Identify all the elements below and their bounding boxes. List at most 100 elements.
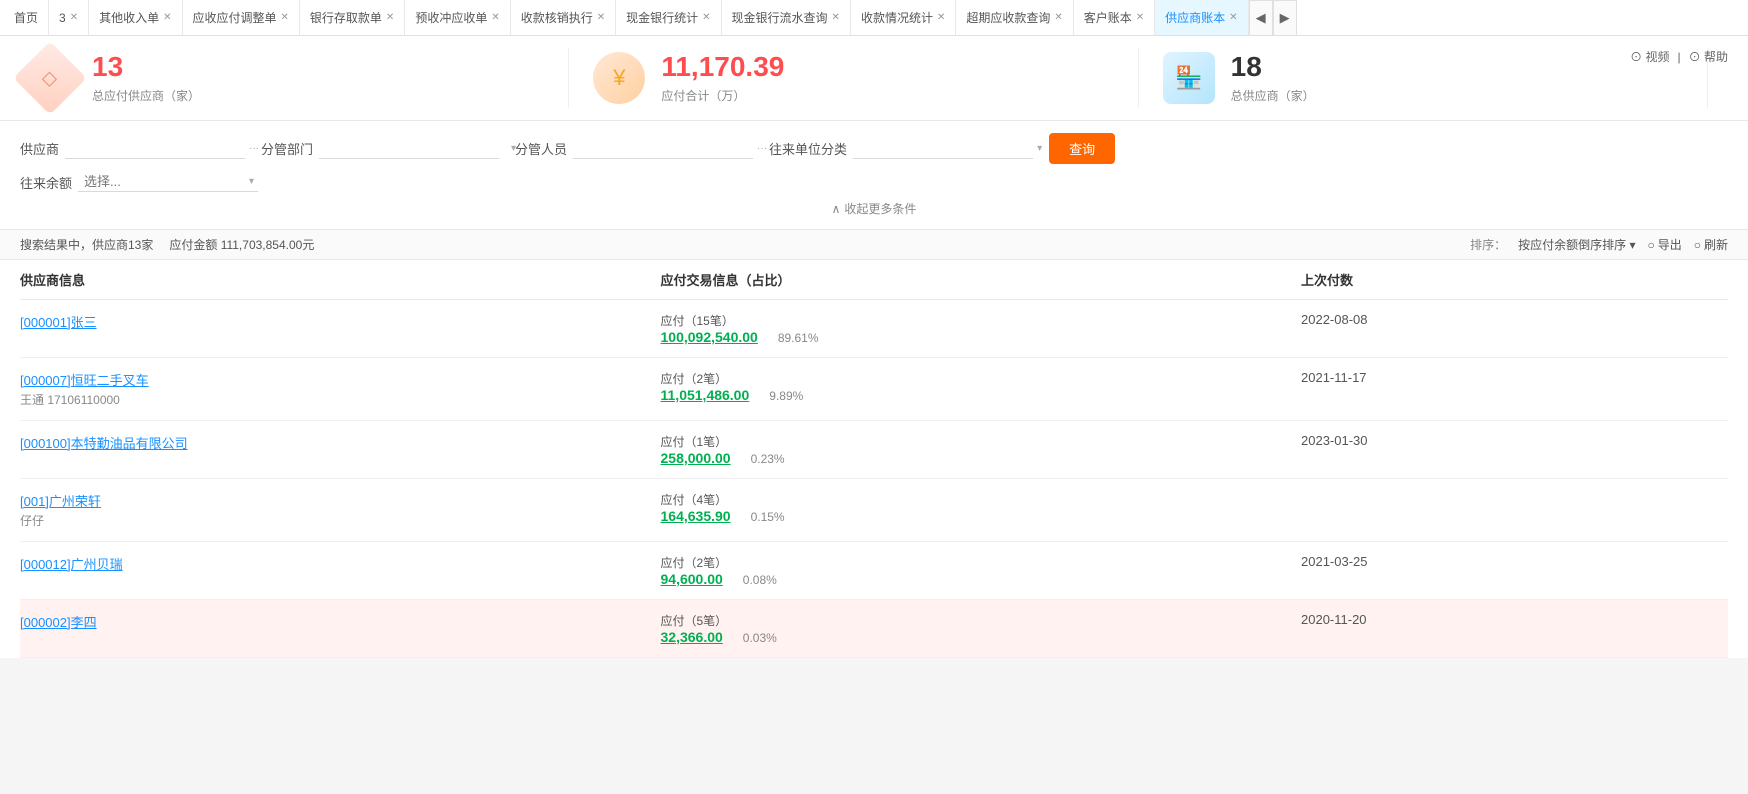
nav-prev-arrow[interactable]: ◀ xyxy=(1249,0,1273,36)
nav-tab-overdue-collect-label: 超期应收款查询 xyxy=(966,9,1050,26)
supplier-link[interactable]: [000001]张三 xyxy=(20,315,97,330)
video-link[interactable]: ⊙ 视频 xyxy=(1630,48,1669,65)
payable-amount[interactable]: 100,092,540.00 xyxy=(661,329,758,345)
supplier-cell: [000012]广州贝瑞 xyxy=(20,554,661,573)
top-right-links: ⊙ 视频 | ⊙ 帮助 xyxy=(1630,48,1728,65)
nav-tab-payable-adjust[interactable]: 应收应付调整单 ✕ xyxy=(183,0,300,36)
nav-tab-collect-verify[interactable]: 收款核销执行 ✕ xyxy=(511,0,616,36)
dept-dropdown-arrow[interactable]: ▾ xyxy=(507,143,520,154)
total-suppliers-number: 18 xyxy=(1231,52,1315,83)
close-icon[interactable]: ✕ xyxy=(702,12,710,23)
close-icon[interactable]: ✕ xyxy=(597,12,605,23)
supplier-link[interactable]: [000012]广州贝瑞 xyxy=(20,557,123,572)
supplier-sub-info: 王通 17106110000 xyxy=(20,391,661,408)
filter-category-label: 往来单位分类 xyxy=(769,139,847,158)
close-icon[interactable]: ✕ xyxy=(937,12,945,23)
filter-supplier-dropdown[interactable]: ··· xyxy=(65,139,245,159)
nav-tab-supplier-account[interactable]: 供应商账本 ✕ xyxy=(1155,0,1248,36)
close-icon[interactable]: ✕ xyxy=(1054,12,1062,23)
nav-tab-3[interactable]: 3 ✕ xyxy=(49,0,89,36)
nav-tab-cash-bank-flow[interactable]: 现金银行流水查询 ✕ xyxy=(722,0,851,36)
filter-person: 分管人员 ··· xyxy=(515,139,753,159)
coin-icon: ¥ xyxy=(589,48,649,108)
payable-label: 应付（5笔） xyxy=(661,612,1302,629)
supplier-link[interactable]: [000002]李四 xyxy=(20,615,97,630)
close-icon[interactable]: ✕ xyxy=(386,12,394,23)
supplier-link[interactable]: [000007]恒旺二手叉车 xyxy=(20,373,149,388)
filter-dept-dropdown[interactable]: ▾ xyxy=(319,139,499,159)
filter-dept: 分管部门 ▾ xyxy=(261,139,499,159)
last-pay-date: 2022-08-08 xyxy=(1301,312,1728,327)
table-row: [000012]广州贝瑞应付（2笔）94,600.000.08%2021-03-… xyxy=(20,542,1728,600)
export-icon: ○ xyxy=(1647,238,1654,252)
dept-input[interactable] xyxy=(319,139,507,158)
nav-tab-bank-deposit[interactable]: 银行存取款单 ✕ xyxy=(300,0,405,36)
filter-dept-label: 分管部门 xyxy=(261,139,313,158)
export-button[interactable]: ○ 导出 xyxy=(1647,236,1681,253)
payable-cell: 应付（1笔）258,000.000.23% xyxy=(661,433,1302,466)
payable-amount[interactable]: 11,051,486.00 xyxy=(661,387,750,403)
summary-card-payable-total: ¥ 11,170.39 应付合计（万） xyxy=(589,48,1138,108)
close-icon[interactable]: ✕ xyxy=(1229,12,1237,23)
close-icon[interactable]: ✕ xyxy=(1136,12,1144,23)
close-icon[interactable]: ✕ xyxy=(281,12,289,23)
filter-person-dropdown[interactable]: ··· xyxy=(573,139,753,159)
supplier-dropdown-arrow[interactable]: ··· xyxy=(245,143,263,154)
nav-tab-cash-bank-flow-label: 现金银行流水查询 xyxy=(732,9,828,26)
summary-card-total-suppliers: 🏪 18 总供应商（家） xyxy=(1159,48,1708,108)
supplier-sub-info: 仔仔 xyxy=(20,512,661,529)
last-pay-date: 2020-11-20 xyxy=(1301,612,1728,627)
category-dropdown-arrow[interactable]: ▾ xyxy=(1033,143,1046,154)
nav-tab-advance-collect-label: 预收冲应收单 xyxy=(415,9,487,26)
table-header-supplier: 供应商信息 xyxy=(20,270,661,289)
category-input[interactable] xyxy=(853,139,1033,158)
person-dropdown-arrow[interactable]: ··· xyxy=(753,143,771,154)
supplier-link[interactable]: [001]广州荣轩 xyxy=(20,494,101,509)
payable-total-label: 应付合计（万） xyxy=(661,87,784,104)
table-row: [000001]张三应付（15笔）100,092,540.0089.61%202… xyxy=(20,300,1728,358)
person-input[interactable] xyxy=(573,139,753,158)
balance-input[interactable] xyxy=(78,172,245,191)
result-right-actions: 排序： 按应付余额倒序排序 ▾ ○ 导出 ○ 刷新 xyxy=(1470,236,1728,253)
last-pay-date: 2021-11-17 xyxy=(1301,370,1728,385)
result-info: 搜索结果中，供应商13家 应付金额 111,703,854.00元 xyxy=(20,236,314,253)
close-icon[interactable]: ✕ xyxy=(832,12,840,23)
close-icon[interactable]: ✕ xyxy=(70,12,78,23)
close-icon[interactable]: ✕ xyxy=(163,12,171,23)
payable-amount[interactable]: 164,635.90 xyxy=(661,508,731,524)
payable-percent: 9.89% xyxy=(769,389,803,403)
supplier-input[interactable] xyxy=(65,139,245,158)
filter-balance: 往来余额 ▾ xyxy=(20,172,258,192)
summary-text-suppliers: 13 总应付供应商（家） xyxy=(92,52,200,104)
nav-tab-overdue-collect[interactable]: 超期应收款查询 ✕ xyxy=(956,0,1073,36)
help-link[interactable]: ⊙ 帮助 xyxy=(1689,48,1728,65)
summary-card-suppliers: ◇ 13 总应付供应商（家） xyxy=(20,48,569,108)
filter-balance-dropdown[interactable]: ▾ xyxy=(78,172,258,192)
supplier-link[interactable]: [000100]本特勤油品有限公司 xyxy=(20,436,188,451)
search-button[interactable]: 查询 xyxy=(1049,133,1115,164)
balance-dropdown-arrow[interactable]: ▾ xyxy=(245,176,258,187)
summary-bar: ◇ 13 总应付供应商（家） ¥ 11,170.39 应付合计（万） 🏪 18 … xyxy=(0,36,1748,121)
collapse-up-icon: ∧ xyxy=(832,202,841,216)
nav-tab-collect-stat-label: 收款情况统计 xyxy=(861,9,933,26)
filter-balance-label: 往来余额 xyxy=(20,173,72,192)
nav-tab-other-income[interactable]: 其他收入单 ✕ xyxy=(89,0,182,36)
nav-next-arrow[interactable]: ▶ xyxy=(1273,0,1297,36)
nav-tab-home[interactable]: 首页 xyxy=(4,0,49,36)
sort-value[interactable]: 按应付余额倒序排序 ▾ xyxy=(1518,236,1635,253)
refresh-button[interactable]: ○ 刷新 xyxy=(1694,236,1728,253)
nav-tab-advance-collect[interactable]: 预收冲应收单 ✕ xyxy=(405,0,510,36)
nav-tab-customer-account[interactable]: 客户账本 ✕ xyxy=(1074,0,1155,36)
filter-category-dropdown[interactable]: ▾ xyxy=(853,139,1033,159)
payable-label: 应付（2笔） xyxy=(661,554,1302,571)
nav-tab-cash-bank-stat[interactable]: 现金银行统计 ✕ xyxy=(616,0,721,36)
payable-percent: 0.03% xyxy=(743,631,777,645)
payable-amount[interactable]: 32,366.00 xyxy=(661,629,723,645)
payable-amount[interactable]: 258,000.00 xyxy=(661,450,731,466)
table-body: [000001]张三应付（15笔）100,092,540.0089.61%202… xyxy=(20,300,1728,658)
close-icon[interactable]: ✕ xyxy=(491,12,499,23)
payable-label: 应付（1笔） xyxy=(661,433,1302,450)
collapse-button[interactable]: ∧ 收起更多条件 xyxy=(832,200,917,217)
nav-tab-collect-stat[interactable]: 收款情况统计 ✕ xyxy=(851,0,956,36)
payable-amount[interactable]: 94,600.00 xyxy=(661,571,723,587)
